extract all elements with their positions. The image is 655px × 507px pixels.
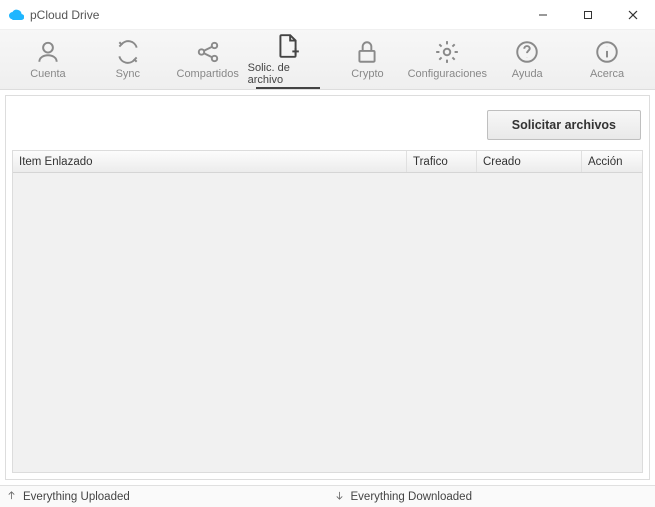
tab-label: Acerca: [590, 68, 624, 80]
help-icon: [513, 39, 541, 65]
tab-account[interactable]: Cuenta: [8, 30, 88, 89]
tab-help[interactable]: Ayuda: [487, 30, 567, 89]
tab-label: Compartidos: [177, 68, 239, 80]
column-linked-item[interactable]: Item Enlazado: [13, 151, 407, 172]
tab-label: Ayuda: [512, 68, 543, 80]
window-title: pCloud Drive: [30, 8, 99, 22]
download-arrow-icon: [334, 490, 345, 504]
lock-icon: [353, 39, 381, 65]
tab-label: Sync: [116, 68, 140, 80]
status-uploaded-text: Everything Uploaded: [23, 491, 130, 503]
title-bar: pCloud Drive: [0, 0, 655, 30]
column-traffic[interactable]: Trafico: [407, 151, 477, 172]
tab-settings[interactable]: Configuraciones: [407, 30, 487, 89]
close-button[interactable]: [610, 0, 655, 30]
tab-about[interactable]: Acerca: [567, 30, 647, 89]
column-created[interactable]: Creado: [477, 151, 582, 172]
tab-sync[interactable]: Sync: [88, 30, 168, 89]
minimize-button[interactable]: [520, 0, 565, 30]
maximize-button[interactable]: [565, 0, 610, 30]
status-downloaded-text: Everything Downloaded: [351, 491, 472, 503]
window-controls: [520, 0, 655, 30]
app-cloud-icon: [8, 7, 24, 23]
tab-label: Configuraciones: [408, 68, 488, 80]
request-files-button[interactable]: Solicitar archivos: [487, 110, 641, 140]
status-downloaded: Everything Downloaded: [328, 490, 655, 504]
tab-crypto[interactable]: Crypto: [328, 30, 408, 89]
upload-arrow-icon: [6, 490, 17, 504]
tab-label: Solic. de archivo: [248, 62, 328, 86]
file-request-table: Item Enlazado Trafico Creado Acción: [12, 150, 643, 473]
toolbar: Cuenta Sync Compartidos Solic. de archiv…: [0, 30, 655, 90]
gear-icon: [433, 39, 461, 65]
content-panel: Solicitar archivos Item Enlazado Trafico…: [5, 95, 650, 480]
table-header: Item Enlazado Trafico Creado Acción: [13, 151, 642, 173]
tab-file-request[interactable]: Solic. de archivo: [248, 30, 328, 89]
tab-label: Crypto: [351, 68, 383, 80]
file-plus-icon: [274, 33, 302, 59]
share-icon: [194, 39, 222, 65]
info-icon: [593, 39, 621, 65]
account-icon: [34, 39, 62, 65]
tab-shared[interactable]: Compartidos: [168, 30, 248, 89]
content-area: Solicitar archivos Item Enlazado Trafico…: [0, 90, 655, 485]
table-body-empty: [13, 173, 642, 472]
status-uploaded: Everything Uploaded: [0, 490, 328, 504]
sync-icon: [114, 39, 142, 65]
status-bar: Everything Uploaded Everything Downloade…: [0, 485, 655, 507]
action-bar: Solicitar archivos: [12, 102, 643, 150]
column-action[interactable]: Acción: [582, 151, 642, 172]
tab-label: Cuenta: [30, 68, 65, 80]
